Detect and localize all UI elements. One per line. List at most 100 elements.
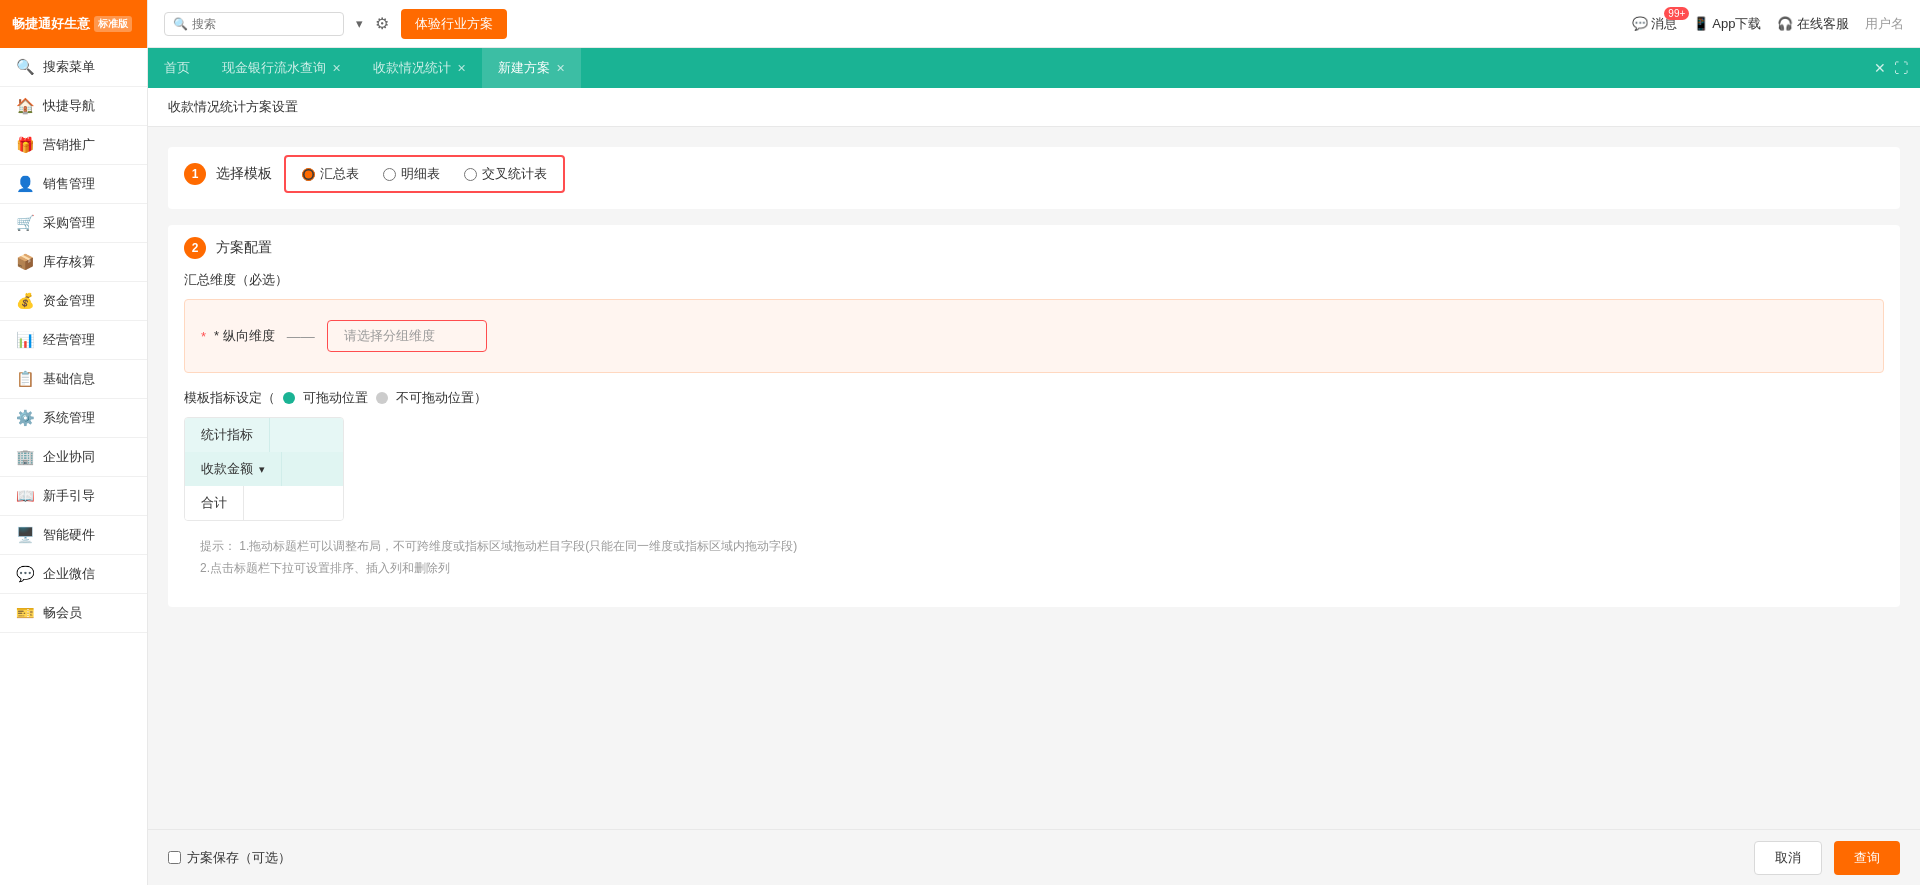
sidebar-item-label: 快捷导航 — [43, 97, 95, 115]
stats-header-cell: 统计指标 — [185, 418, 270, 452]
tab-home[interactable]: 首页 — [148, 48, 206, 88]
dimension-area: * * 纵向维度 —— 请选择分组维度 — [184, 299, 1884, 373]
settings-icon[interactable]: ⚙ — [375, 14, 389, 33]
radio-detail[interactable]: 明细表 — [383, 165, 440, 183]
app-download-button[interactable]: 📱 App下载 — [1693, 15, 1761, 33]
tabbar-controls: ✕ ⛶ — [1874, 60, 1920, 76]
industry-plan-button[interactable]: 体验行业方案 — [401, 9, 507, 39]
radio-summary[interactable]: 汇总表 — [302, 165, 359, 183]
marketing-icon: 🎁 — [16, 136, 35, 154]
footer: 方案保存（可选） 取消 查询 — [148, 829, 1920, 885]
tab-bank-flow[interactable]: 现金银行流水查询 ✕ — [206, 48, 357, 88]
template-section: 1 选择模板 汇总表 明细表 — [168, 147, 1900, 209]
stats-header-row: 统计指标 — [185, 418, 343, 452]
inventory-icon: 📦 — [16, 253, 35, 271]
dimension-select[interactable]: 请选择分组维度 — [327, 320, 487, 352]
topbar: 🔍 ▾ ⚙ 体验行业方案 💬 消息 99+ 📱 App下载 🎧 在线客服 用户名 — [148, 0, 1920, 48]
query-button[interactable]: 查询 — [1834, 841, 1900, 875]
radio-summary-label: 汇总表 — [320, 165, 359, 183]
sidebar-item-operations[interactable]: 📊 经营管理 — [0, 321, 147, 360]
radio-cross[interactable]: 交叉统计表 — [464, 165, 547, 183]
indicator-label-row: 模板指标设定（ 可拖动位置 不可拖动位置） — [184, 389, 1884, 407]
search-input[interactable] — [192, 17, 332, 31]
sidebar-item-guide[interactable]: 📖 新手引导 — [0, 477, 147, 516]
tab-bank-flow-close-icon[interactable]: ✕ — [332, 62, 341, 75]
member-icon: 🎫 — [16, 604, 35, 622]
sidebar-item-search-menu[interactable]: 🔍 搜索菜单 — [0, 48, 147, 87]
tab-collection-stats[interactable]: 收款情况统计 ✕ — [357, 48, 482, 88]
dimension-select-placeholder: 请选择分组维度 — [344, 328, 435, 343]
sidebar-item-label: 企业微信 — [43, 565, 95, 583]
content-body: 1 选择模板 汇总表 明细表 — [148, 127, 1920, 643]
tab-home-label: 首页 — [164, 59, 190, 77]
search-menu-icon: 🔍 — [16, 58, 35, 76]
section2-number: 2 — [184, 237, 206, 259]
required-marker: * — [201, 329, 206, 344]
dropdown-arrow-icon[interactable]: ▾ — [356, 16, 363, 31]
template-options-box: 汇总表 明细表 交叉统计表 — [284, 155, 565, 193]
version-badge: 标准版 — [94, 16, 132, 32]
sidebar-item-inventory[interactable]: 📦 库存核算 — [0, 243, 147, 282]
footer-buttons: 取消 查询 — [1754, 841, 1900, 875]
notification-button[interactable]: 💬 消息 99+ — [1632, 15, 1678, 33]
sidebar-item-base-info[interactable]: 📋 基础信息 — [0, 360, 147, 399]
radio-summary-input[interactable] — [302, 168, 315, 181]
sidebar-item-finance[interactable]: 💰 资金管理 — [0, 282, 147, 321]
maximize-icon[interactable]: ⛶ — [1894, 60, 1908, 76]
sidebar-item-sales[interactable]: 👤 销售管理 — [0, 165, 147, 204]
section1-title: 选择模板 — [216, 165, 272, 183]
plan-config-section: 2 方案配置 汇总维度（必选） * * 纵向维度 —— 请选择分组维度 — [168, 225, 1900, 607]
sidebar-item-system[interactable]: ⚙️ 系统管理 — [0, 399, 147, 438]
sidebar-item-purchase[interactable]: 🛒 采购管理 — [0, 204, 147, 243]
vertical-dimension-label: * 纵向维度 — [214, 327, 275, 345]
save-option[interactable]: 方案保存（可选） — [168, 849, 291, 867]
collab-icon: 🏢 — [16, 448, 35, 466]
section1-row: 1 选择模板 汇总表 明细表 — [168, 147, 1900, 209]
breadcrumb: 收款情况统计方案设置 — [148, 88, 1920, 127]
indicator-settings: 模板指标设定（ 可拖动位置 不可拖动位置） 统计指标 — [184, 389, 1884, 524]
tab-collection-stats-close-icon[interactable]: ✕ — [457, 62, 466, 75]
purchase-icon: 🛒 — [16, 214, 35, 232]
radio-detail-label: 明细表 — [401, 165, 440, 183]
sales-icon: 👤 — [16, 175, 35, 193]
tab-new-plan[interactable]: 新建方案 ✕ — [482, 48, 581, 88]
save-label: 方案保存（可选） — [187, 849, 291, 867]
sidebar-item-label: 新手引导 — [43, 487, 95, 505]
cancel-button[interactable]: 取消 — [1754, 841, 1822, 875]
user-name[interactable]: 用户名 — [1865, 15, 1904, 33]
sidebar: 畅捷通好生意 标准版 🔍 搜索菜单 🏠 快捷导航 🎁 营销推广 👤 销售管理 🛒… — [0, 0, 148, 885]
sidebar-item-hardware[interactable]: 🖥️ 智能硬件 — [0, 516, 147, 555]
notification-badge: 99+ — [1664, 7, 1689, 20]
wechat-icon: 💬 — [16, 565, 35, 583]
sidebar-item-label: 系统管理 — [43, 409, 95, 427]
save-checkbox[interactable] — [168, 851, 181, 864]
online-service-button[interactable]: 🎧 在线客服 — [1777, 15, 1849, 33]
sidebar-logo: 畅捷通好生意 标准版 — [0, 0, 147, 48]
sidebar-item-label: 智能硬件 — [43, 526, 95, 544]
search-box[interactable]: 🔍 — [164, 12, 344, 36]
section2-header: 2 方案配置 — [168, 225, 1900, 271]
radio-detail-input[interactable] — [383, 168, 396, 181]
sidebar-item-label: 畅会员 — [43, 604, 82, 622]
topbar-right: 💬 消息 99+ 📱 App下载 🎧 在线客服 用户名 — [1632, 15, 1904, 33]
sidebar-item-member[interactable]: 🎫 畅会员 — [0, 594, 147, 633]
sidebar-item-marketing[interactable]: 🎁 营销推广 — [0, 126, 147, 165]
sidebar-item-quick-nav[interactable]: 🏠 快捷导航 — [0, 87, 147, 126]
hardware-icon: 🖥️ — [16, 526, 35, 544]
stats-column-cell[interactable]: 收款金额 ▾ — [185, 452, 282, 486]
tabbar: 首页 现金银行流水查询 ✕ 收款情况统计 ✕ 新建方案 ✕ ✕ ⛶ — [148, 48, 1920, 88]
sidebar-item-collab[interactable]: 🏢 企业协同 — [0, 438, 147, 477]
stats-column-label: 收款金额 — [201, 460, 253, 478]
radio-cross-input[interactable] — [464, 168, 477, 181]
tab-new-plan-close-icon[interactable]: ✕ — [556, 62, 565, 75]
message-icon: 💬 — [1632, 16, 1648, 31]
base-info-icon: 📋 — [16, 370, 35, 388]
tab-new-plan-label: 新建方案 — [498, 59, 550, 77]
stats-row-label: 合计 — [201, 495, 227, 510]
sidebar-item-wechat[interactable]: 💬 企业微信 — [0, 555, 147, 594]
tips-section: 提示： 1.拖动标题栏可以调整布局，不可跨维度或指标区域拖动栏目字段(只能在同一… — [184, 524, 1884, 591]
finance-icon: 💰 — [16, 292, 35, 310]
close-window-icon[interactable]: ✕ — [1874, 60, 1886, 76]
radio-group: 汇总表 明细表 交叉统计表 — [302, 163, 547, 185]
section1-header: 1 选择模板 — [184, 163, 272, 185]
